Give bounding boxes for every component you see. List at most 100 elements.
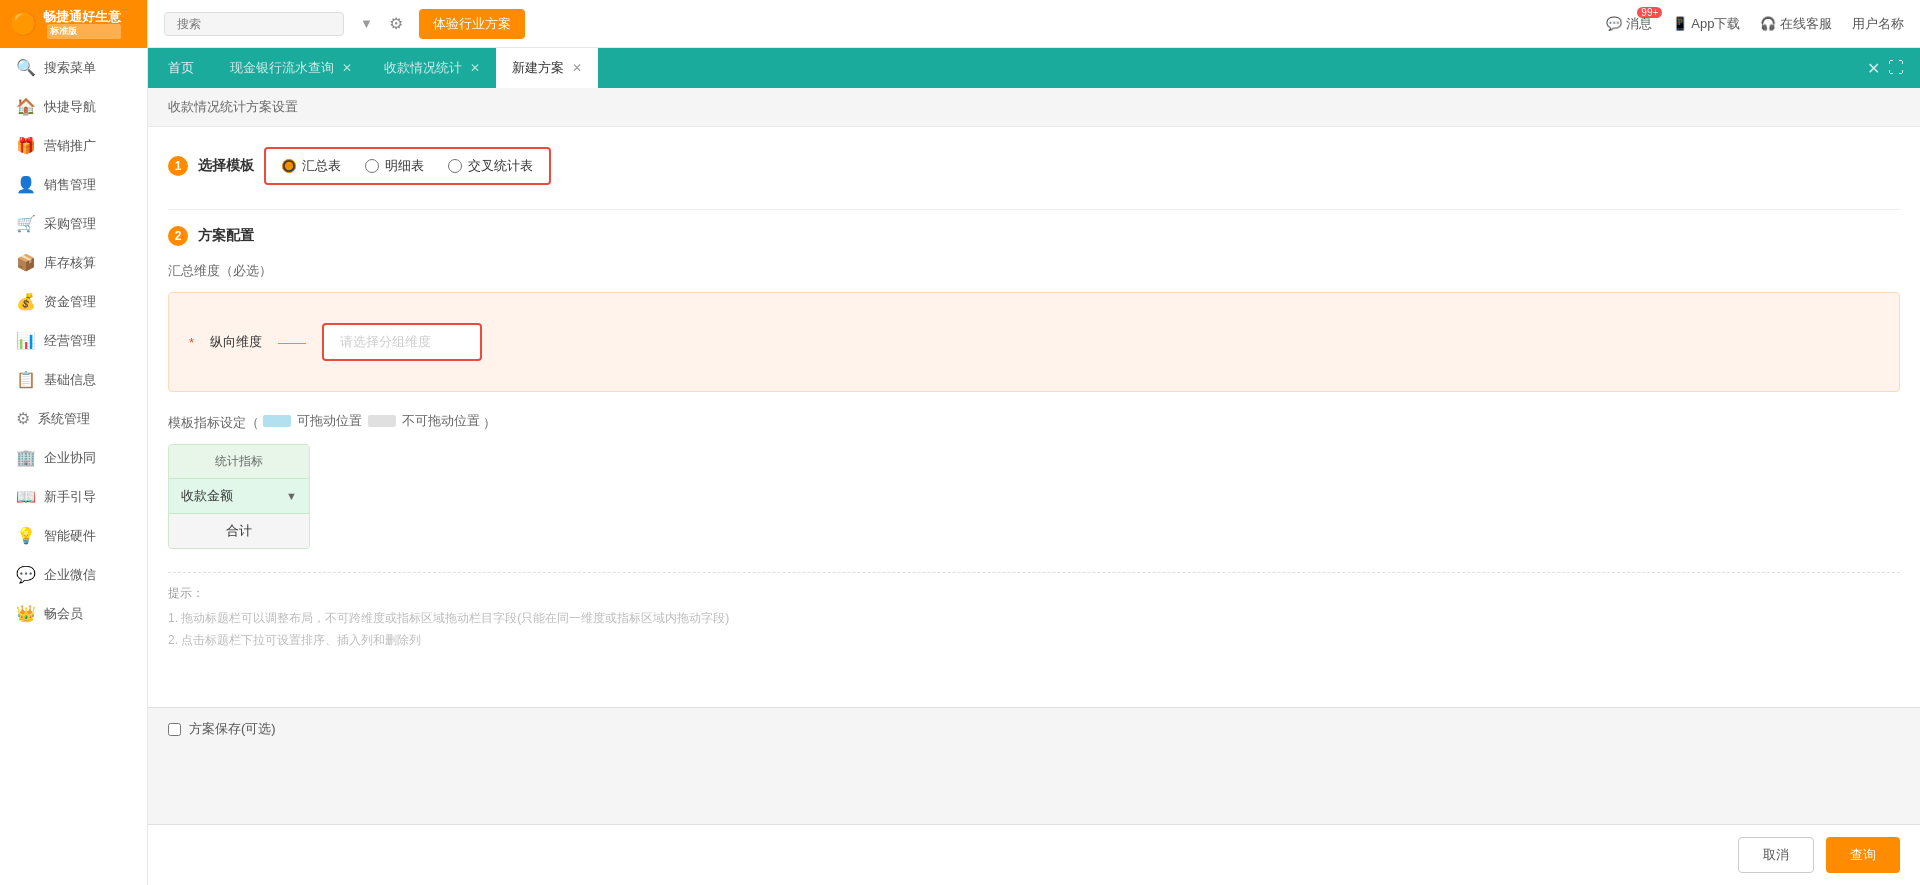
fixed-legend-label: 不可拖动位置: [402, 412, 480, 430]
close-window-icon[interactable]: ✕: [1867, 59, 1880, 78]
sidebar-logo: 🟠 畅捷通好生意 标准版: [0, 0, 147, 48]
sidebar-item-label: 营销推广: [44, 137, 96, 155]
tab-home-label: 首页: [168, 59, 194, 77]
page-title: 收款情况统计方案设置: [148, 88, 1920, 127]
sidebar-item-guide[interactable]: 📖 新手引导: [0, 477, 147, 516]
download-label: App下载: [1691, 16, 1740, 31]
sidebar-item-label: 采购管理: [44, 215, 96, 233]
content-area: 收款情况统计方案设置 1 选择模板 汇总表 明细表: [148, 88, 1920, 824]
sidebar-item-system[interactable]: ⚙ 系统管理: [0, 399, 147, 438]
message-icon: 💬: [1606, 16, 1622, 31]
tab-receipt-label: 收款情况统计: [384, 59, 462, 77]
radio-cross-input[interactable]: [448, 159, 462, 173]
sidebar-item-business[interactable]: 📊 经营管理: [0, 321, 147, 360]
radio-detail-input[interactable]: [365, 159, 379, 173]
step1-header: 1 选择模板 汇总表 明细表 交叉统计表: [168, 147, 1900, 185]
dimension-placeholder: 请选择分组维度: [340, 334, 431, 349]
sidebar-item-label: 快捷导航: [44, 98, 96, 116]
sidebar: 🟠 畅捷通好生意 标准版 🔍 搜索菜单 🏠 快捷导航 🎁 营销推广 👤 销售管理…: [0, 0, 148, 885]
tab-receipt-close-icon[interactable]: ✕: [470, 61, 480, 75]
tab-new-plan-close-icon[interactable]: ✕: [572, 61, 582, 75]
settings-icon[interactable]: ⚙: [389, 14, 403, 33]
metrics-table: 统计指标 收款金额 ▼ 合计: [168, 444, 310, 549]
chat-icon: 💬: [16, 565, 36, 584]
tips-section: 提示： 1. 拖动标题栏可以调整布局，不可跨维度或指标区域拖动栏目字段(只能在同…: [168, 572, 1900, 663]
step2-header: 2 方案配置: [168, 226, 1900, 246]
step1-number: 1: [168, 156, 188, 176]
dimension-row: * 纵向维度 —— 请选择分组维度: [189, 323, 1879, 361]
metrics-total-cell: 合计: [169, 514, 309, 548]
radio-summary-label: 汇总表: [302, 157, 341, 175]
support-icon: 🎧: [1760, 16, 1776, 31]
sidebar-item-label: 资金管理: [44, 293, 96, 311]
content-footer: 方案保存(可选): [148, 707, 1920, 750]
sidebar-item-sales[interactable]: 👤 销售管理: [0, 165, 147, 204]
radio-detail-label: 明细表: [385, 157, 424, 175]
gift-icon: 🎁: [16, 136, 36, 155]
vertical-dim-label: 纵向维度: [210, 333, 262, 351]
tabbar-actions: ✕ ⛶: [1867, 59, 1920, 78]
clipboard-icon: 📋: [16, 370, 36, 389]
summary-dim-section: 汇总维度（必选） * 纵向维度 —— 请选择分组维度: [168, 262, 1900, 392]
dimension-area: * 纵向维度 —— 请选择分组维度: [168, 292, 1900, 392]
step2-title: 方案配置: [198, 227, 254, 245]
sidebar-item-label: 企业协同: [44, 449, 96, 467]
tab-new-plan[interactable]: 新建方案 ✕: [496, 48, 598, 88]
support-link[interactable]: 🎧 在线客服: [1760, 15, 1832, 33]
sidebar-item-label: 智能硬件: [44, 527, 96, 545]
sidebar-item-nav[interactable]: 🏠 快捷导航: [0, 87, 147, 126]
sidebar-item-member[interactable]: 👑 畅会员: [0, 594, 147, 633]
col1-sub: 合计: [226, 523, 252, 538]
sidebar-item-corp[interactable]: 🏢 企业协同: [0, 438, 147, 477]
sidebar-item-label: 搜索菜单: [44, 59, 96, 77]
app-download-link[interactable]: 📱 App下载: [1672, 15, 1740, 33]
movable-legend-label: 可拖动位置: [297, 412, 362, 430]
maximize-icon[interactable]: ⛶: [1888, 59, 1904, 77]
tab-new-plan-label: 新建方案: [512, 59, 564, 77]
bag-icon: 🛒: [16, 214, 36, 233]
trial-button[interactable]: 体验行业方案: [419, 9, 525, 39]
sidebar-item-label: 销售管理: [44, 176, 96, 194]
sidebar-item-wechat[interactable]: 💬 企业微信: [0, 555, 147, 594]
sidebar-item-finance[interactable]: 💰 资金管理: [0, 282, 147, 321]
user-icon: 👤: [16, 175, 36, 194]
col1-label: 收款金额: [181, 487, 233, 505]
sidebar-item-basic[interactable]: 📋 基础信息: [0, 360, 147, 399]
search-input[interactable]: [164, 12, 344, 36]
bulb-icon: 💡: [16, 526, 36, 545]
message-badge[interactable]: 💬 消息 99+: [1606, 15, 1652, 33]
gear-icon: ⚙: [16, 409, 30, 428]
cancel-button[interactable]: 取消: [1738, 837, 1814, 873]
crown-icon: 👑: [16, 604, 36, 623]
step1-section: 1 选择模板 汇总表 明细表 交叉统计表: [168, 147, 1900, 185]
divider1: [168, 209, 1900, 210]
tab-home[interactable]: 首页: [148, 48, 214, 88]
radio-cross[interactable]: 交叉统计表: [448, 157, 533, 175]
sidebar-item-label: 畅会员: [44, 605, 83, 623]
support-label: 在线客服: [1780, 16, 1832, 31]
col1-dropdown-icon[interactable]: ▼: [286, 490, 297, 502]
step2-number: 2: [168, 226, 188, 246]
stats-label: 统计指标: [169, 445, 309, 479]
tab-receipt[interactable]: 收款情况统计 ✕: [368, 48, 496, 88]
dimension-select[interactable]: 请选择分组维度: [322, 323, 482, 361]
radio-detail[interactable]: 明细表: [365, 157, 424, 175]
tab-cashflow[interactable]: 现金银行流水查询 ✕: [214, 48, 368, 88]
metrics-section: 模板指标设定（ 可拖动位置 不可拖动位置 ） 统计指标: [168, 412, 1900, 552]
metrics-cell-revenue[interactable]: 收款金额 ▼: [169, 479, 309, 514]
radio-summary[interactable]: 汇总表: [282, 157, 341, 175]
dropdown-arrow-icon[interactable]: ▼: [360, 16, 373, 31]
tip1: 1. 拖动标题栏可以调整布局，不可跨维度或指标区域拖动栏目字段(只能在同一维度或…: [168, 608, 1900, 630]
save-option-checkbox[interactable]: [168, 723, 181, 736]
sidebar-item-hardware[interactable]: 💡 智能硬件: [0, 516, 147, 555]
sidebar-item-inventory[interactable]: 📦 库存核算: [0, 243, 147, 282]
logo-badge: 标准版: [47, 24, 121, 39]
tab-cashflow-close-icon[interactable]: ✕: [342, 61, 352, 75]
sidebar-item-search[interactable]: 🔍 搜索菜单: [0, 48, 147, 87]
query-button[interactable]: 查询: [1826, 837, 1900, 873]
radio-summary-input[interactable]: [282, 159, 296, 173]
sidebar-item-purchase[interactable]: 🛒 采购管理: [0, 204, 147, 243]
movable-legend-box: [263, 415, 291, 427]
save-option-label: 方案保存(可选): [189, 720, 276, 738]
sidebar-item-marketing[interactable]: 🎁 营销推广: [0, 126, 147, 165]
